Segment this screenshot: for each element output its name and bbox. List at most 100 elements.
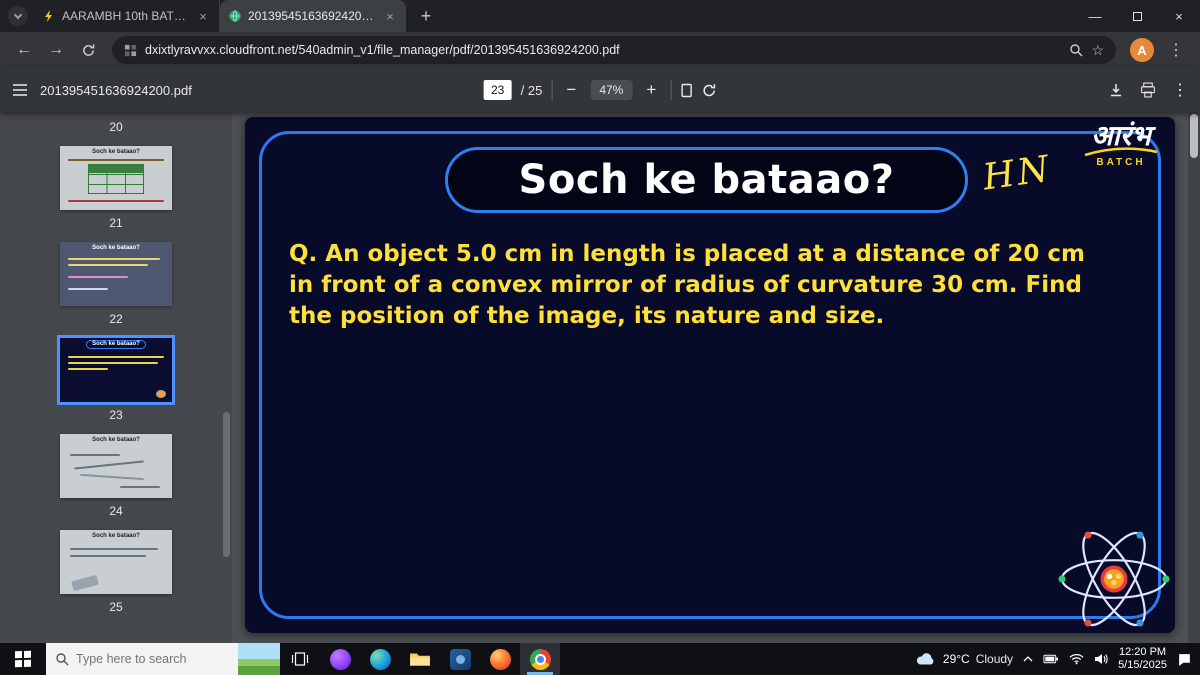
maximize-button[interactable]	[1116, 0, 1158, 32]
tab-aarambh-batch[interactable]: AARAMBH 10th BATCH 25-26 ×	[34, 0, 220, 32]
pdf-action-buttons: ⋮	[1108, 80, 1188, 100]
tab-pdf[interactable]: 201395451636924200.pdf ×	[220, 0, 406, 32]
system-tray: 29°C Cloudy 12:20 PM 5/15/2025	[915, 643, 1200, 675]
pdf-page-controls: / 25 − 47% +	[483, 80, 717, 100]
action-center-icon[interactable]	[1177, 652, 1192, 667]
thumb-art	[88, 164, 144, 194]
new-tab-button[interactable]: +	[412, 2, 440, 30]
profile-avatar[interactable]: A	[1130, 38, 1154, 62]
maximize-icon	[1132, 11, 1142, 21]
pdf-menu-icon[interactable]: ⋮	[1172, 80, 1188, 100]
thumb-art	[156, 390, 166, 398]
app-icon-photos[interactable]	[320, 643, 360, 675]
zoom-indicator-icon[interactable]	[1069, 43, 1083, 57]
sidebar-toggle-icon[interactable]	[12, 83, 28, 97]
thumb-art	[74, 460, 144, 470]
thumbnail-sidebar: 20 Soch ke bataao? 21 Soch ke bataao? 22…	[0, 112, 232, 643]
windows-logo-icon	[15, 650, 31, 668]
logo-text: आरंभ	[1091, 120, 1151, 151]
tab-strip: AARAMBH 10th BATCH 25-26 × 2013954516369…	[0, 0, 1200, 32]
close-button[interactable]: ×	[1158, 0, 1200, 32]
divider	[670, 80, 672, 100]
pdf-viewer-area: 20 Soch ke bataao? 21 Soch ke bataao? 22…	[0, 112, 1200, 643]
minimize-button[interactable]: —	[1074, 0, 1116, 32]
thumb-art	[68, 368, 108, 370]
firefox-icon	[489, 648, 511, 670]
thumb-art	[68, 264, 148, 266]
start-button[interactable]	[0, 643, 46, 675]
zoom-in-button[interactable]: +	[641, 80, 661, 100]
tab-close-icon[interactable]: ×	[382, 8, 398, 24]
folder-icon	[410, 653, 430, 666]
app-icon-blue[interactable]	[440, 643, 480, 675]
search-icon	[55, 652, 69, 666]
thumb-art	[70, 454, 120, 456]
chevron-down-icon	[13, 10, 23, 19]
search-input[interactable]	[76, 652, 221, 666]
thumb-art	[71, 574, 99, 592]
fit-page-button[interactable]	[680, 83, 692, 98]
bookmark-star-icon[interactable]: ☆	[1091, 42, 1104, 59]
app-icon-file-explorer[interactable]	[400, 643, 440, 675]
battery-icon[interactable]	[1043, 654, 1059, 664]
page-thumbnail-22[interactable]: Soch ke bataao?	[60, 242, 172, 306]
task-view-button[interactable]	[280, 643, 320, 675]
thumb-title: Soch ke bataao?	[92, 437, 140, 443]
page-number-input[interactable]	[483, 80, 512, 100]
page-label: 22	[109, 312, 123, 326]
zoom-out-button[interactable]: −	[561, 80, 581, 100]
cloud-icon	[915, 652, 937, 666]
thumb-title: Soch ke bataao?	[92, 149, 140, 155]
page-thumbnail-21[interactable]: Soch ke bataao?	[60, 146, 172, 210]
wifi-icon[interactable]	[1069, 653, 1084, 665]
rotate-button[interactable]	[701, 83, 716, 98]
tab-list-chevron-icon[interactable]	[8, 6, 28, 26]
tab-title: AARAMBH 10th BATCH 25-26	[62, 9, 189, 23]
reload-button[interactable]	[74, 36, 102, 64]
hidden-icons-chevron-icon[interactable]	[1023, 656, 1033, 662]
taskbar-clock[interactable]: 12:20 PM 5/15/2025	[1118, 646, 1167, 672]
download-icon[interactable]	[1108, 82, 1124, 98]
thumb-art	[68, 159, 164, 161]
pdf-page: Soch ke bataao? HN आरंभ BATCH Q. An obje…	[245, 117, 1175, 633]
page-label: 25	[109, 600, 123, 614]
tab-close-icon[interactable]: ×	[195, 8, 211, 24]
slide-title: Soch ke bataao?	[518, 157, 895, 203]
main-scrollbar[interactable]	[1188, 112, 1200, 643]
back-button[interactable]: ←	[10, 36, 38, 64]
taskbar-search-box[interactable]	[46, 643, 238, 675]
app-icon-firefox[interactable]	[480, 643, 520, 675]
page-thumbnail-23-selected[interactable]: Soch ke bataao?	[57, 335, 175, 405]
logo-subtext: BATCH	[1096, 157, 1146, 168]
page-label: 20	[109, 120, 123, 134]
atom-icon	[1058, 531, 1170, 627]
main-scrollbar-thumb[interactable]	[1190, 114, 1198, 158]
url-text: dxixtlyravvxx.cloudfront.net/540admin_v1…	[145, 43, 620, 57]
browser-menu-icon[interactable]: ⋮	[1162, 36, 1190, 64]
edge-icon	[369, 648, 391, 670]
page-label: 23	[109, 408, 123, 422]
app-icon-chrome-active[interactable]	[520, 643, 560, 675]
page-total: / 25	[520, 82, 543, 98]
pdf-toolbar: 201395451636924200.pdf / 25 − 47% + ⋮	[0, 68, 1200, 112]
chrome-icon	[529, 648, 551, 670]
print-icon[interactable]	[1140, 82, 1156, 98]
page-viewport: Soch ke bataao? HN आरंभ BATCH Q. An obje…	[232, 112, 1188, 643]
divider	[551, 80, 553, 100]
question-text: Q. An object 5.0 cm in length is placed …	[289, 241, 1085, 329]
app-icon-edge[interactable]	[360, 643, 400, 675]
slide-title-pill: Soch ke bataao?	[445, 147, 968, 213]
site-permissions-icon[interactable]	[124, 44, 137, 57]
volume-icon[interactable]	[1094, 653, 1108, 665]
weather-widget[interactable]: 29°C Cloudy	[915, 652, 1013, 666]
forward-button[interactable]: →	[42, 36, 70, 64]
window-controls: — ×	[1074, 0, 1200, 32]
page-thumbnail-25[interactable]: Soch ke bataao?	[60, 530, 172, 594]
purple-app-icon	[329, 648, 351, 670]
sidebar-scrollbar-thumb[interactable]	[223, 412, 230, 557]
omnibox[interactable]: dxixtlyravvxx.cloudfront.net/540admin_v1…	[112, 36, 1116, 64]
time-text: 12:20 PM	[1118, 646, 1167, 658]
news-interest-widget[interactable]	[238, 643, 280, 675]
page-thumbnail-24[interactable]: Soch ke bataao?	[60, 434, 172, 498]
blue-app-icon	[449, 648, 471, 670]
